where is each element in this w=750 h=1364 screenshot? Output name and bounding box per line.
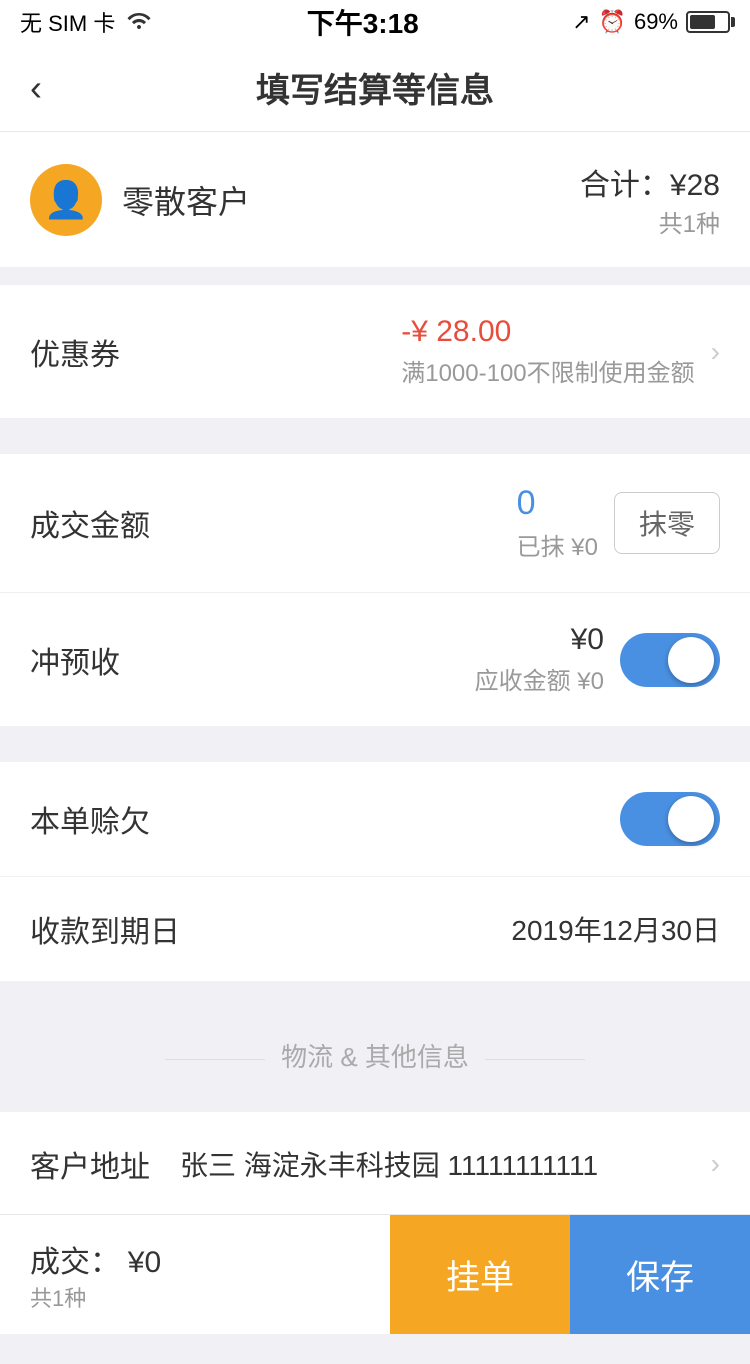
prepaid-label: 冲预收 [30,638,120,682]
time-label: 下午3:18 [307,2,419,42]
prepaid-value-block: ¥0 应收金额 ¥0 [475,623,604,696]
coupon-right: -¥ 28.00 满1000-100不限制使用金额 › [401,315,720,388]
address-value: 张三 海淀永丰科技园 11111111111 [180,1144,711,1184]
section-divider-2 [0,744,750,762]
address-label: 客户地址 [30,1142,150,1186]
customer-left: 👤 零散客户 [30,164,250,236]
avatar-icon: 👤 [44,179,89,221]
nav-bar: ‹ 填写结算等信息 [0,44,750,132]
alarm-icon: ⏰ [599,9,626,35]
deal-label: 成交金额 [30,501,150,545]
status-bar: 无 SIM 卡 下午3:18 ↗ ⏰ 69% [0,0,750,44]
customer-name: 零散客户 [122,177,250,223]
section-divider-1 [0,436,750,454]
battery-label: 69% [634,9,678,35]
due-date-label: 收款到期日 [30,907,180,951]
customer-count: 共1种 [580,204,720,239]
logistics-title: 物流 & 其他信息 [149,1037,601,1074]
deal-row: 成交金额 0 已抹 ¥0 抹零 [0,454,750,592]
content: 👤 零散客户 合计：¥28 共1种 优惠券 -¥ 28.00 满1000-100… [0,132,750,1364]
hang-button[interactable]: 挂单 [390,1215,570,1334]
logistics-header: 物流 & 其他信息 [0,1017,750,1094]
section-divider-3 [0,999,750,1017]
prepaid-value: ¥0 [475,623,604,657]
carrier-label: 无 SIM 卡 [20,6,115,38]
credit-section: 本单赊欠 收款到期日 2019年12月30日 [0,762,750,981]
coupon-label: 优惠券 [30,330,120,374]
credit-row: 本单赊欠 [0,762,750,876]
save-button[interactable]: 保存 [570,1215,750,1334]
footer-info: 成交： ¥0 共1种 [0,1237,390,1313]
page-title: 填写结算等信息 [256,63,494,112]
avatar: 👤 [30,164,102,236]
coupon-desc: 满1000-100不限制使用金额 [401,353,694,388]
location-icon: ↗ [572,9,590,35]
deal-sub: 已抹 ¥0 [517,527,598,562]
prepaid-row: 冲预收 ¥0 应收金额 ¥0 [0,592,750,726]
due-date-value: 2019年12月30日 [511,909,720,949]
back-button[interactable]: ‹ [30,67,90,109]
credit-toggle-knob [668,796,714,842]
footer-deal-amount: 成交： ¥0 [30,1237,360,1281]
address-row[interactable]: 客户地址 张三 海淀永丰科技园 11111111111 › [0,1112,750,1216]
footer-count: 共1种 [30,1281,360,1313]
customer-total: 合计：¥28 [580,160,720,204]
credit-right [620,792,720,846]
deal-section: 成交金额 0 已抹 ¥0 抹零 冲预收 ¥0 应收金额 ¥0 [0,454,750,726]
coupon-discount: -¥ 28.00 [401,315,694,349]
coupon-section: 优惠券 -¥ 28.00 满1000-100不限制使用金额 › [0,285,750,418]
customer-row: 👤 零散客户 合计：¥28 共1种 [0,132,750,267]
chevron-right-icon: › [711,336,720,368]
coupon-value-block: -¥ 28.00 满1000-100不限制使用金额 [401,315,694,388]
due-date-row: 收款到期日 2019年12月30日 [0,876,750,981]
status-right: ↗ ⏰ 69% [572,9,730,35]
prepaid-right: ¥0 应收金额 ¥0 [475,623,720,696]
wifi-icon [125,8,153,36]
deal-value: 0 [517,484,598,523]
deal-value-block: 0 已抹 ¥0 [517,484,598,562]
battery-icon [686,11,730,33]
prepaid-toggle[interactable] [620,633,720,687]
toggle-knob [668,637,714,683]
footer-deal-value: ¥0 [128,1246,161,1279]
footer: 成交： ¥0 共1种 挂单 保存 [0,1214,750,1334]
prepaid-sub: 应收金额 ¥0 [475,661,604,696]
footer-deal-label: 成交： [30,1246,120,1279]
status-left: 无 SIM 卡 [20,6,153,38]
section-divider-4 [0,1094,750,1112]
credit-toggle[interactable] [620,792,720,846]
coupon-row[interactable]: 优惠券 -¥ 28.00 满1000-100不限制使用金额 › [0,285,750,418]
round-zero-button[interactable]: 抹零 [614,492,720,554]
customer-right: 合计：¥28 共1种 [580,160,720,239]
deal-right: 0 已抹 ¥0 抹零 [517,484,720,562]
credit-label: 本单赊欠 [30,797,150,841]
address-chevron-icon: › [711,1148,720,1180]
